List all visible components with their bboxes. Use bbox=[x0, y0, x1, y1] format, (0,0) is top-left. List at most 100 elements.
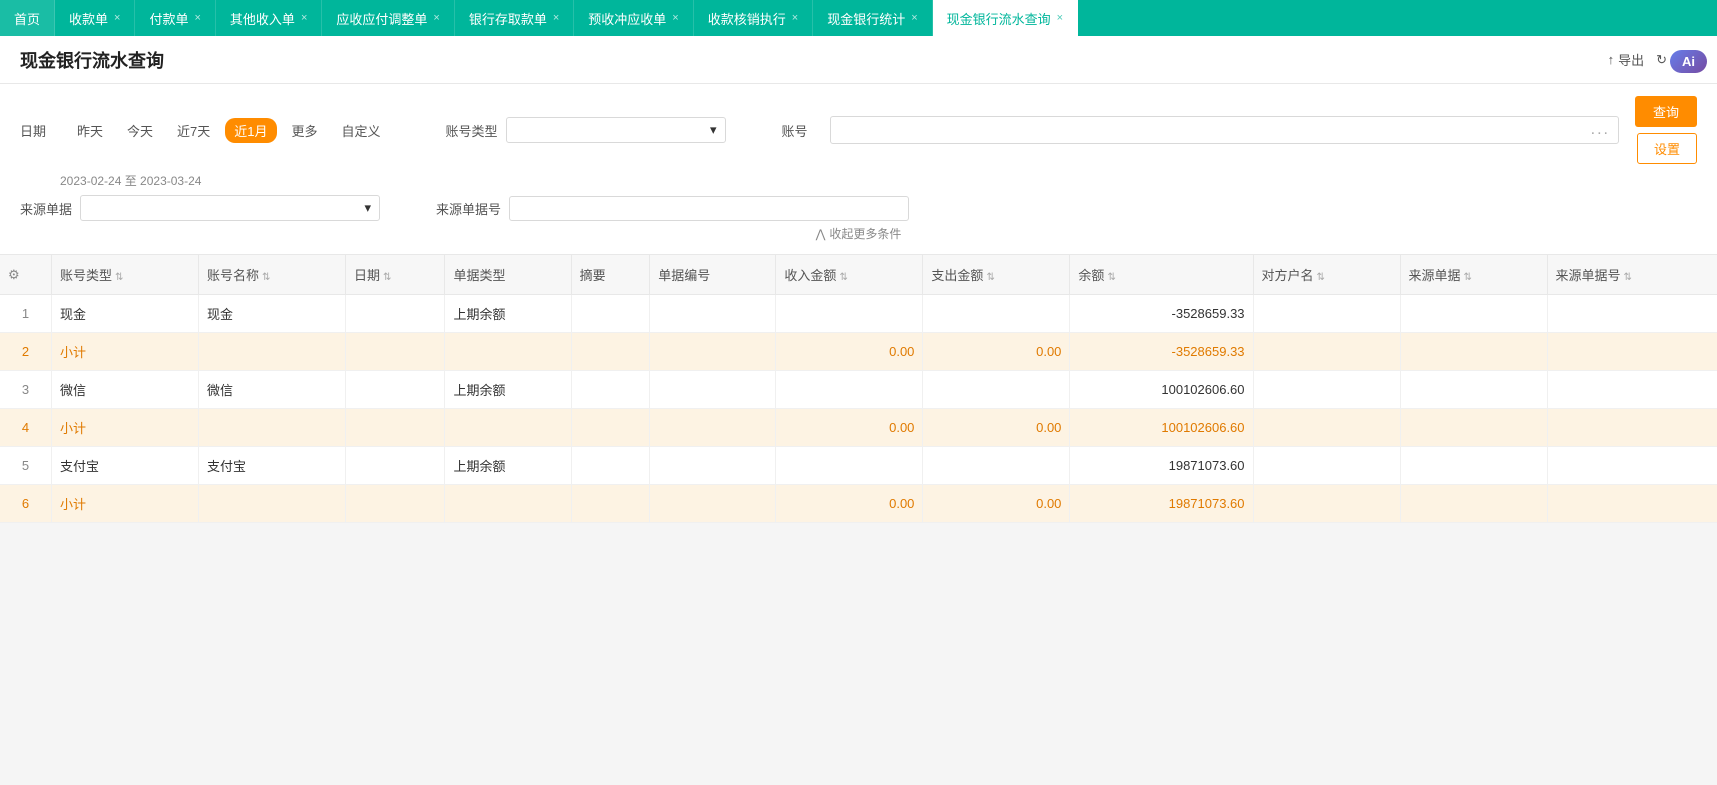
account-more-dots[interactable]: ... bbox=[1591, 121, 1610, 139]
col-header-income: 收入金额⇅ bbox=[776, 255, 923, 295]
col-label-account_name: 账号名称 bbox=[207, 268, 259, 283]
nav-item-cash-bank-stat[interactable]: 现金银行统计× bbox=[813, 0, 932, 36]
cell-counterpart bbox=[1253, 447, 1400, 485]
cell-income bbox=[776, 447, 923, 485]
cell-income bbox=[776, 371, 923, 409]
cell-summary bbox=[571, 371, 650, 409]
col-header-date: 日期⇅ bbox=[345, 255, 444, 295]
nav-item-payment[interactable]: 付款单× bbox=[135, 0, 215, 36]
col-header-settings[interactable]: ⚙ bbox=[0, 255, 51, 295]
setting-button[interactable]: 设置 bbox=[1637, 133, 1697, 164]
page-header: 现金银行流水查询 ↑ 导出 ↻ 刷新 bbox=[0, 36, 1717, 84]
date-btn-更多[interactable]: 更多 bbox=[283, 118, 327, 143]
col-header-balance: 余额⇅ bbox=[1070, 255, 1253, 295]
cell-num: 4 bbox=[0, 409, 51, 447]
col-label-source_doc: 来源单据 bbox=[1409, 268, 1461, 283]
nav-item-advance-offset[interactable]: 预收冲应收单× bbox=[574, 0, 693, 36]
nav-close-receipt-verify[interactable]: × bbox=[792, 12, 798, 24]
cell-summary bbox=[571, 409, 650, 447]
date-btn-昨天[interactable]: 昨天 bbox=[68, 118, 112, 143]
cell-num: 2 bbox=[0, 333, 51, 371]
date-btn-今天[interactable]: 今天 bbox=[118, 118, 162, 143]
cell-source_doc bbox=[1400, 333, 1547, 371]
cell-doc_no bbox=[650, 485, 776, 523]
cell-date bbox=[345, 447, 444, 485]
date-btn-自定义[interactable]: 自定义 bbox=[333, 118, 390, 143]
cell-account_name bbox=[198, 485, 345, 523]
source-doc-no-input[interactable] bbox=[509, 196, 909, 221]
cell-doc_type: 上期余额 bbox=[445, 371, 571, 409]
nav-item-other-income[interactable]: 其他收入单× bbox=[216, 0, 322, 36]
cell-account_name bbox=[198, 333, 345, 371]
col-label-source_doc_no: 来源单据号 bbox=[1556, 268, 1621, 283]
refresh-icon: ↻ bbox=[1656, 52, 1667, 68]
cell-source_doc_no bbox=[1547, 485, 1717, 523]
filter-area: 日期 昨天今天近7天近1月更多自定义 账号类型 ▾ 账号 ... 查询 设置 bbox=[0, 84, 1717, 255]
cell-counterpart bbox=[1253, 485, 1400, 523]
account-type-select[interactable]: ▾ bbox=[506, 117, 726, 143]
nav-close-other-income[interactable]: × bbox=[301, 12, 307, 24]
cell-balance: 19871073.60 bbox=[1070, 447, 1253, 485]
nav-item-ar-ap-adjust[interactable]: 应收应付调整单× bbox=[322, 0, 454, 36]
cell-expense bbox=[923, 371, 1070, 409]
collapse-bar[interactable]: ⋀ 收起更多条件 bbox=[20, 221, 1697, 244]
col-label-income: 收入金额 bbox=[784, 268, 836, 283]
nav-item-cash-flow-query[interactable]: 现金银行流水查询× bbox=[933, 0, 1078, 36]
sort-icon-income[interactable]: ⇅ bbox=[839, 272, 847, 283]
sort-icon-account_type[interactable]: ⇅ bbox=[115, 272, 123, 283]
table-row: 1现金现金上期余额-3528659.33 bbox=[0, 295, 1717, 333]
sort-icon-source_doc_no[interactable]: ⇅ bbox=[1624, 272, 1632, 283]
nav-close-payment[interactable]: × bbox=[194, 12, 200, 24]
nav-close-bank-deposit[interactable]: × bbox=[553, 12, 559, 24]
query-button[interactable]: 查询 bbox=[1635, 96, 1697, 127]
cell-account_type: 小计 bbox=[51, 333, 198, 371]
nav-item-bank-deposit[interactable]: 银行存取款单× bbox=[455, 0, 574, 36]
cell-doc_type: 上期余额 bbox=[445, 295, 571, 333]
nav-close-cash-bank-stat[interactable]: × bbox=[911, 12, 917, 24]
sort-icon-source_doc[interactable]: ⇅ bbox=[1464, 272, 1472, 283]
cell-num: 3 bbox=[0, 371, 51, 409]
nav-close-ar-ap-adjust[interactable]: × bbox=[433, 12, 439, 24]
source-doc-chevron-icon: ▾ bbox=[364, 200, 371, 216]
cell-account_name bbox=[198, 409, 345, 447]
account-type-filter-section: 账号类型 ▾ bbox=[446, 117, 726, 143]
cell-balance: -3528659.33 bbox=[1070, 333, 1253, 371]
nav-item-receipt[interactable]: 收款单× bbox=[55, 0, 135, 36]
cell-source_doc bbox=[1400, 447, 1547, 485]
table-settings-icon[interactable]: ⚙ bbox=[8, 267, 20, 282]
cell-doc_type bbox=[445, 409, 571, 447]
sort-icon-counterpart[interactable]: ⇅ bbox=[1317, 272, 1325, 283]
date-btn-近1月[interactable]: 近1月 bbox=[225, 118, 276, 143]
sort-icon-expense[interactable]: ⇅ bbox=[986, 272, 994, 283]
table-row: 6小计0.000.0019871073.60 bbox=[0, 485, 1717, 523]
source-doc-select[interactable]: ▾ bbox=[80, 195, 380, 221]
account-type-chevron-icon: ▾ bbox=[710, 122, 717, 138]
sort-icon-date[interactable]: ⇅ bbox=[383, 272, 391, 283]
cell-source_doc bbox=[1400, 485, 1547, 523]
nav-close-cash-flow-query[interactable]: × bbox=[1057, 12, 1063, 24]
nav-close-advance-offset[interactable]: × bbox=[672, 12, 678, 24]
export-button[interactable]: ↑ 导出 bbox=[1608, 50, 1645, 69]
col-label-doc_no: 单据编号 bbox=[658, 268, 710, 283]
nav-item-receipt-verify[interactable]: 收款核销执行× bbox=[694, 0, 813, 36]
nav-close-receipt[interactable]: × bbox=[114, 12, 120, 24]
date-btn-近7天[interactable]: 近7天 bbox=[168, 118, 219, 143]
top-nav: 首页收款单×付款单×其他收入单×应收应付调整单×银行存取款单×预收冲应收单×收款… bbox=[0, 0, 1717, 36]
cell-doc_type bbox=[445, 485, 571, 523]
filter-row-2: 来源单据 ▾ 来源单据号 bbox=[20, 195, 1697, 221]
cell-income bbox=[776, 295, 923, 333]
export-icon: ↑ bbox=[1608, 52, 1615, 67]
sort-icon-balance[interactable]: ⇅ bbox=[1107, 272, 1115, 283]
cell-source_doc_no bbox=[1547, 371, 1717, 409]
cell-summary bbox=[571, 485, 650, 523]
cell-income: 0.00 bbox=[776, 485, 923, 523]
cell-account_type: 支付宝 bbox=[51, 447, 198, 485]
ai-badge[interactable]: Ai bbox=[1670, 50, 1707, 73]
nav-item-home[interactable]: 首页 bbox=[0, 0, 55, 36]
cell-summary bbox=[571, 295, 650, 333]
cell-expense bbox=[923, 295, 1070, 333]
col-header-doc_type: 单据类型 bbox=[445, 255, 571, 295]
col-header-counterpart: 对方户名⇅ bbox=[1253, 255, 1400, 295]
cell-income: 0.00 bbox=[776, 409, 923, 447]
sort-icon-account_name[interactable]: ⇅ bbox=[262, 272, 270, 283]
